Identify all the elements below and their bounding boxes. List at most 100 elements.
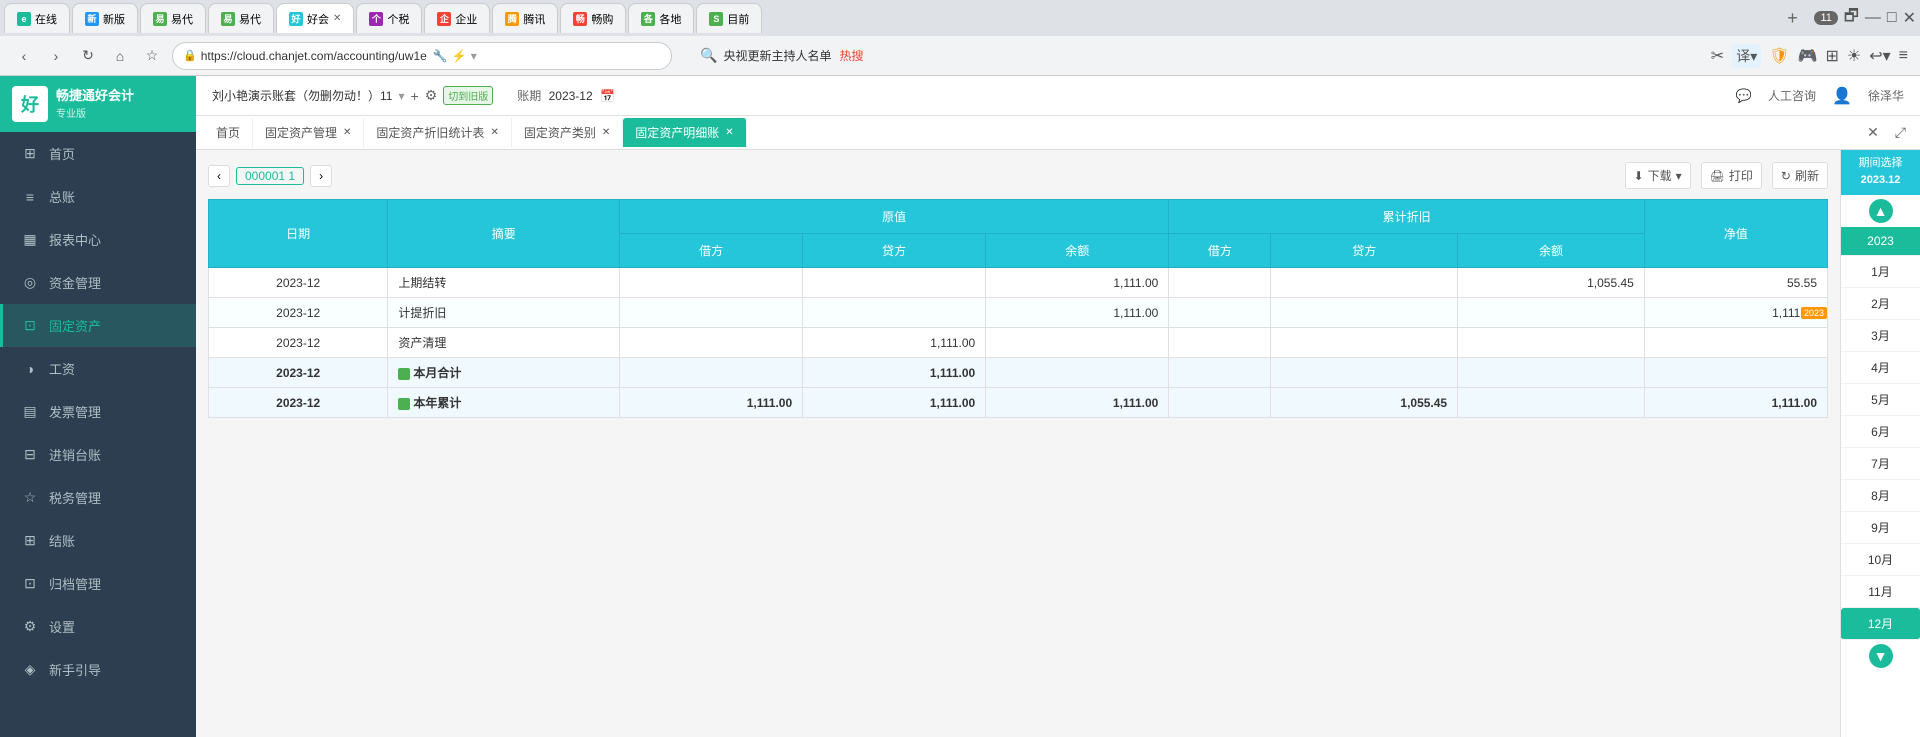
home-button[interactable]: ⌂ [108,44,132,68]
sidebar-item-invoice[interactable]: ▤ 发票管理 [0,390,196,433]
game-icon[interactable]: 🎮 [1798,46,1818,66]
period-item-9月[interactable]: 9月 [1841,512,1920,544]
history-icon[interactable]: ↩▾ [1869,46,1890,66]
cell-date: 2023-12 [209,268,388,298]
app-container: 好 畅捷通好会计 专业版 ⊞ 首页 ≡ 总账 ▦ 报表中心 ◎ 资金管理 ⊡ 固… [0,76,1920,737]
period-item-5月[interactable]: 5月 [1841,384,1920,416]
reload-button[interactable]: ↻ [76,44,100,68]
sidebar-item-inventory[interactable]: ⊟ 进销台账 [0,433,196,476]
prev-page-button[interactable]: ‹ [208,165,230,187]
restore-window-icon[interactable]: 🗗 [1844,5,1859,32]
browser-tab-t10[interactable]: 各 各地 [628,3,694,33]
period-item-4月[interactable]: 4月 [1841,352,1920,384]
sidebar-item-tax[interactable]: ☆ 税务管理 [0,476,196,519]
period-label: 账期 [517,89,541,103]
refresh-button[interactable]: ↻ 刷新 [1772,162,1828,189]
url-bar[interactable]: 🔒 https://cloud.chanjet.com/accounting/u… [172,42,672,70]
period-scroll-up[interactable]: ▲ [1869,199,1893,223]
sidebar-item-settings[interactable]: ⚙ 设置 [0,605,196,648]
version-badge[interactable]: 切到旧版 [443,86,493,105]
page-tab-pt4[interactable]: 固定资产类别 ✕ [512,118,623,147]
period-item-3月[interactable]: 3月 [1841,320,1920,352]
customer-service-label[interactable]: 人工咨询 [1768,87,1816,104]
period-info: 账期 2023-12 📅 [517,87,615,104]
browser-tab-t7[interactable]: 企 企业 [424,3,490,33]
logo-text-block: 畅捷通好会计 专业版 [56,88,134,120]
table-row: 2023-12 本月合计 1,111.00 [209,358,1828,388]
sidebar-label-fund: 资金管理 [49,273,101,292]
th-accum-balance: 余额 [1458,234,1645,268]
sidebar-label-payroll: 工资 [49,359,75,378]
sidebar-item-general-ledger[interactable]: ≡ 总账 [0,175,196,218]
dropdown-icon[interactable]: ▾ [398,89,404,103]
th-net-value: 净值 [1644,200,1827,268]
period-item-2023[interactable]: 2023 [1841,227,1920,256]
shield-icon[interactable]: 🛡 [1769,46,1789,66]
cell-summary: 上期结转 [388,268,620,298]
sidebar-item-payroll[interactable]: ◑ 工资 [0,347,196,390]
period-item-10月[interactable]: 10月 [1841,544,1920,576]
browser-tab-t4[interactable]: 易 易代 [208,3,274,33]
user-avatar-icon[interactable]: 👤 [1832,86,1852,106]
download-button[interactable]: ⬇ 下载 ▾ [1625,162,1691,189]
sidebar-item-archive[interactable]: ⊡ 归档管理 [0,562,196,605]
period-item-1月[interactable]: 1月 [1841,256,1920,288]
new-tab-button[interactable]: + [1778,4,1806,32]
page-tab-pt1[interactable]: 首页 [204,118,253,147]
sidebar-label-tax: 税务管理 [49,488,101,507]
back-button[interactable]: ‹ [12,44,36,68]
cell-orig-balance [986,358,1169,388]
menu-icon[interactable]: ≡ [1899,47,1908,65]
browser-tab-t5[interactable]: 好 好会 ✕ [276,3,354,33]
sidebar-item-fixed-assets[interactable]: ⊡ 固定资产 [0,304,196,347]
browser-tab-t3[interactable]: 易 易代 [140,3,206,33]
next-page-button[interactable]: › [310,165,332,187]
period-item-12月[interactable]: 12月 [1841,608,1920,640]
brightness-icon[interactable]: ☀ [1847,46,1861,66]
period-item-11月[interactable]: 11月 [1841,576,1920,608]
sidebar-item-guide[interactable]: ◈ 新手引导 [0,648,196,691]
translate-icon[interactable]: 译▾ [1732,44,1761,68]
close-window-icon[interactable]: ✕ [1903,8,1916,28]
page-tab-pt5[interactable]: 固定资产明细账 ✕ [623,118,746,147]
browser-tab-t9[interactable]: 畅 畅购 [560,3,626,33]
print-button[interactable]: 🖨 打印 [1701,162,1762,189]
page-tab-pt2[interactable]: 固定资产管理 ✕ [253,118,364,147]
search-text: 央视更新主持人名单 [723,47,831,64]
period-item-2月[interactable]: 2月 [1841,288,1920,320]
scissors-icon[interactable]: ✂ [1711,46,1724,66]
minimize-icon[interactable]: — [1865,9,1881,27]
browser-tab-t6[interactable]: 个 个税 [356,3,422,33]
cell-summary: 资产清理 [388,328,620,358]
browser-tab-t1[interactable]: e 在线 [4,3,70,33]
period-item-7月[interactable]: 7月 [1841,448,1920,480]
sidebar-item-closing[interactable]: ⊞ 结账 [0,519,196,562]
page-tab-pt3[interactable]: 固定资产折旧统计表 ✕ [364,118,511,147]
th-accum-debit: 借方 [1169,234,1271,268]
cell-accum-debit [1169,358,1271,388]
sidebar-item-fund[interactable]: ◎ 资金管理 [0,261,196,304]
forward-button[interactable]: › [44,44,68,68]
grid-icon[interactable]: ⊞ [1825,46,1838,66]
expand-icon[interactable]: ⤢ [1889,122,1912,143]
close-tab-icon[interactable]: ✕ [1861,122,1885,143]
settings-icon[interactable]: ⚙ [425,87,438,104]
period-item-8月[interactable]: 8月 [1841,480,1920,512]
browser-tab-t8[interactable]: 腾 腾讯 [492,3,558,33]
customer-service-icon[interactable]: 💬 [1736,88,1752,104]
sidebar-item-home[interactable]: ⊞ 首页 [0,132,196,175]
sidebar-item-report[interactable]: ▦ 报表中心 [0,218,196,261]
period-item-6月[interactable]: 6月 [1841,416,1920,448]
browser-tab-t2[interactable]: 新 新版 [72,3,138,33]
browser-tab-t11[interactable]: S 目前 [696,3,762,33]
add-company-icon[interactable]: + [411,88,419,104]
download-dropdown-icon[interactable]: ▾ [1676,169,1682,183]
calendar-icon[interactable]: 📅 [600,89,615,103]
cell-summary: 本年累计 [388,388,620,418]
maximize-icon[interactable]: □ [1887,9,1897,27]
period-scroll-down[interactable]: ▼ [1869,644,1893,668]
bookmark-button[interactable]: ☆ [140,44,164,68]
company-name: 刘小艳演示账套（勿删勿动！）11 [212,87,392,104]
fund-icon: ◎ [21,274,39,291]
table-row: 2023-12 上期结转 1,111.00 1,055.45 55.55 [209,268,1828,298]
